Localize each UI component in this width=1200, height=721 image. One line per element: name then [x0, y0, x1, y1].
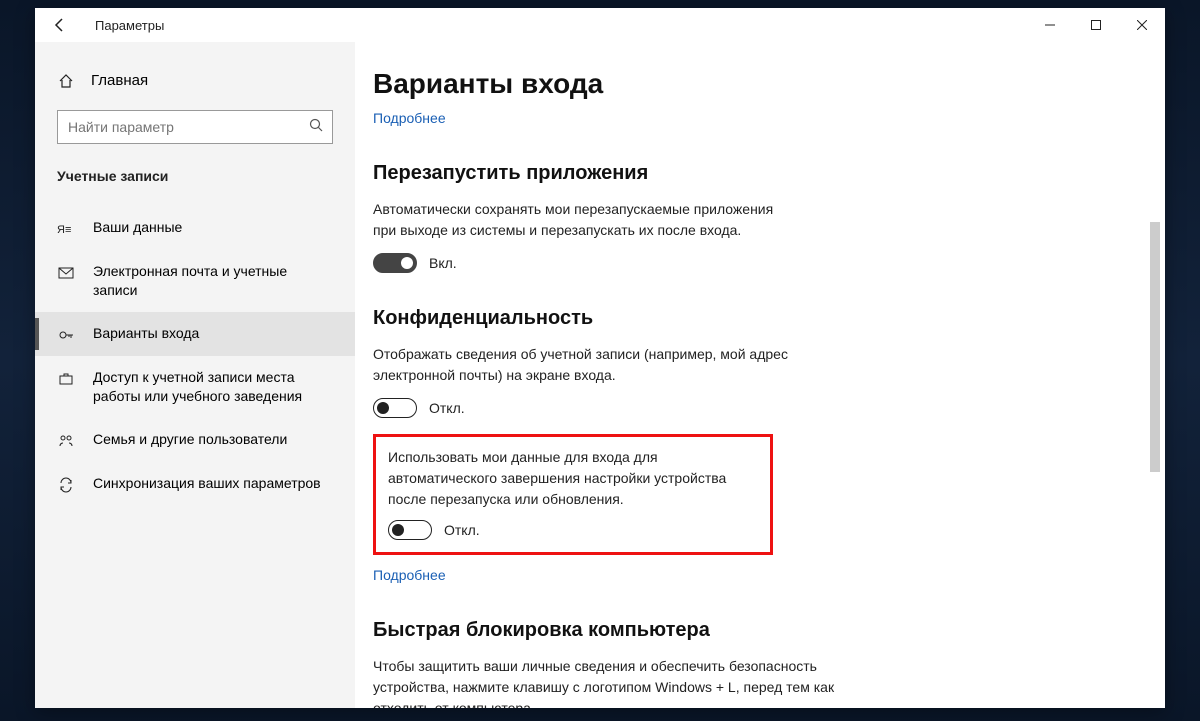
sidebar-item-signin-options[interactable]: Варианты входа — [35, 312, 355, 356]
restart-apps-toggle-state: Вкл. — [429, 255, 457, 271]
sidebar-item-label: Синхронизация ваших параметров — [93, 474, 333, 493]
close-icon — [1137, 20, 1147, 30]
home-icon — [57, 72, 75, 90]
sidebar-item-family[interactable]: Семья и другие пользователи — [35, 418, 355, 462]
sidebar-item-label: Доступ к учетной записи места работы или… — [93, 368, 333, 406]
search-icon — [309, 118, 323, 132]
close-button[interactable] — [1119, 8, 1165, 42]
key-icon — [57, 326, 75, 344]
highlighted-setting: Использовать мои данные для входа для ав… — [373, 434, 773, 555]
window-title: Параметры — [95, 18, 164, 33]
sidebar-nav: Я≡ Ваши данные Электронная почта и учетн… — [35, 196, 355, 506]
family-icon — [57, 432, 75, 450]
content-pane: Варианты входа Подробнее Перезапустить п… — [355, 42, 1165, 708]
mail-icon — [57, 264, 75, 282]
sidebar-item-email[interactable]: Электронная почта и учетные записи — [35, 250, 355, 312]
lock-heading: Быстрая блокировка компьютера — [373, 619, 1125, 642]
svg-text:Я≡: Я≡ — [57, 224, 71, 236]
briefcase-icon — [57, 370, 75, 388]
sidebar-item-your-info[interactable]: Я≡ Ваши данные — [35, 206, 355, 250]
learn-more-link-top[interactable]: Подробнее — [373, 110, 446, 126]
lock-desc: Чтобы защитить ваши личные сведения и об… — [373, 656, 893, 708]
minimize-button[interactable] — [1027, 8, 1073, 42]
settings-window: Параметры Главная — [35, 8, 1165, 708]
profile-icon: Я≡ — [57, 220, 75, 238]
sidebar-item-label: Электронная почта и учетные записи — [93, 262, 333, 300]
show-account-toggle-state: Откл. — [429, 400, 465, 416]
restart-apps-desc: Автоматически сохранять мои перезапускае… — [373, 199, 793, 241]
show-account-toggle[interactable] — [373, 398, 417, 418]
use-signin-toggle[interactable] — [388, 520, 432, 540]
use-signin-desc: Использовать мои данные для входа для ав… — [388, 447, 758, 510]
privacy-heading: Конфиденциальность — [373, 307, 1125, 330]
home-label: Главная — [91, 72, 148, 89]
page-title: Варианты входа — [373, 68, 1125, 100]
sidebar-item-label: Семья и другие пользователи — [93, 430, 333, 449]
show-account-desc: Отображать сведения об учетной записи (н… — [373, 344, 793, 386]
sidebar-item-work-access[interactable]: Доступ к учетной записи места работы или… — [35, 356, 355, 418]
maximize-icon — [1091, 20, 1101, 30]
search-input[interactable] — [57, 110, 333, 144]
restart-apps-heading: Перезапустить приложения — [373, 162, 1125, 185]
home-nav[interactable]: Главная — [35, 62, 355, 98]
use-signin-toggle-state: Откл. — [444, 522, 480, 538]
content-scrollbar[interactable] — [1148, 42, 1162, 708]
scroll-thumb[interactable] — [1150, 222, 1160, 472]
sidebar-item-sync[interactable]: Синхронизация ваших параметров — [35, 462, 355, 506]
arrow-left-icon — [52, 17, 68, 33]
sidebar: Главная Учетные записи Я≡ Ваши данные — [35, 42, 355, 708]
sidebar-item-label: Варианты входа — [93, 324, 333, 343]
maximize-button[interactable] — [1073, 8, 1119, 42]
sidebar-item-label: Ваши данные — [93, 218, 333, 237]
sync-icon — [57, 476, 75, 494]
back-button[interactable] — [43, 8, 77, 42]
learn-more-link-privacy[interactable]: Подробнее — [373, 567, 446, 583]
titlebar: Параметры — [35, 8, 1165, 42]
minimize-icon — [1045, 20, 1055, 30]
sidebar-section-header: Учетные записи — [35, 162, 355, 196]
restart-apps-toggle[interactable] — [373, 253, 417, 273]
